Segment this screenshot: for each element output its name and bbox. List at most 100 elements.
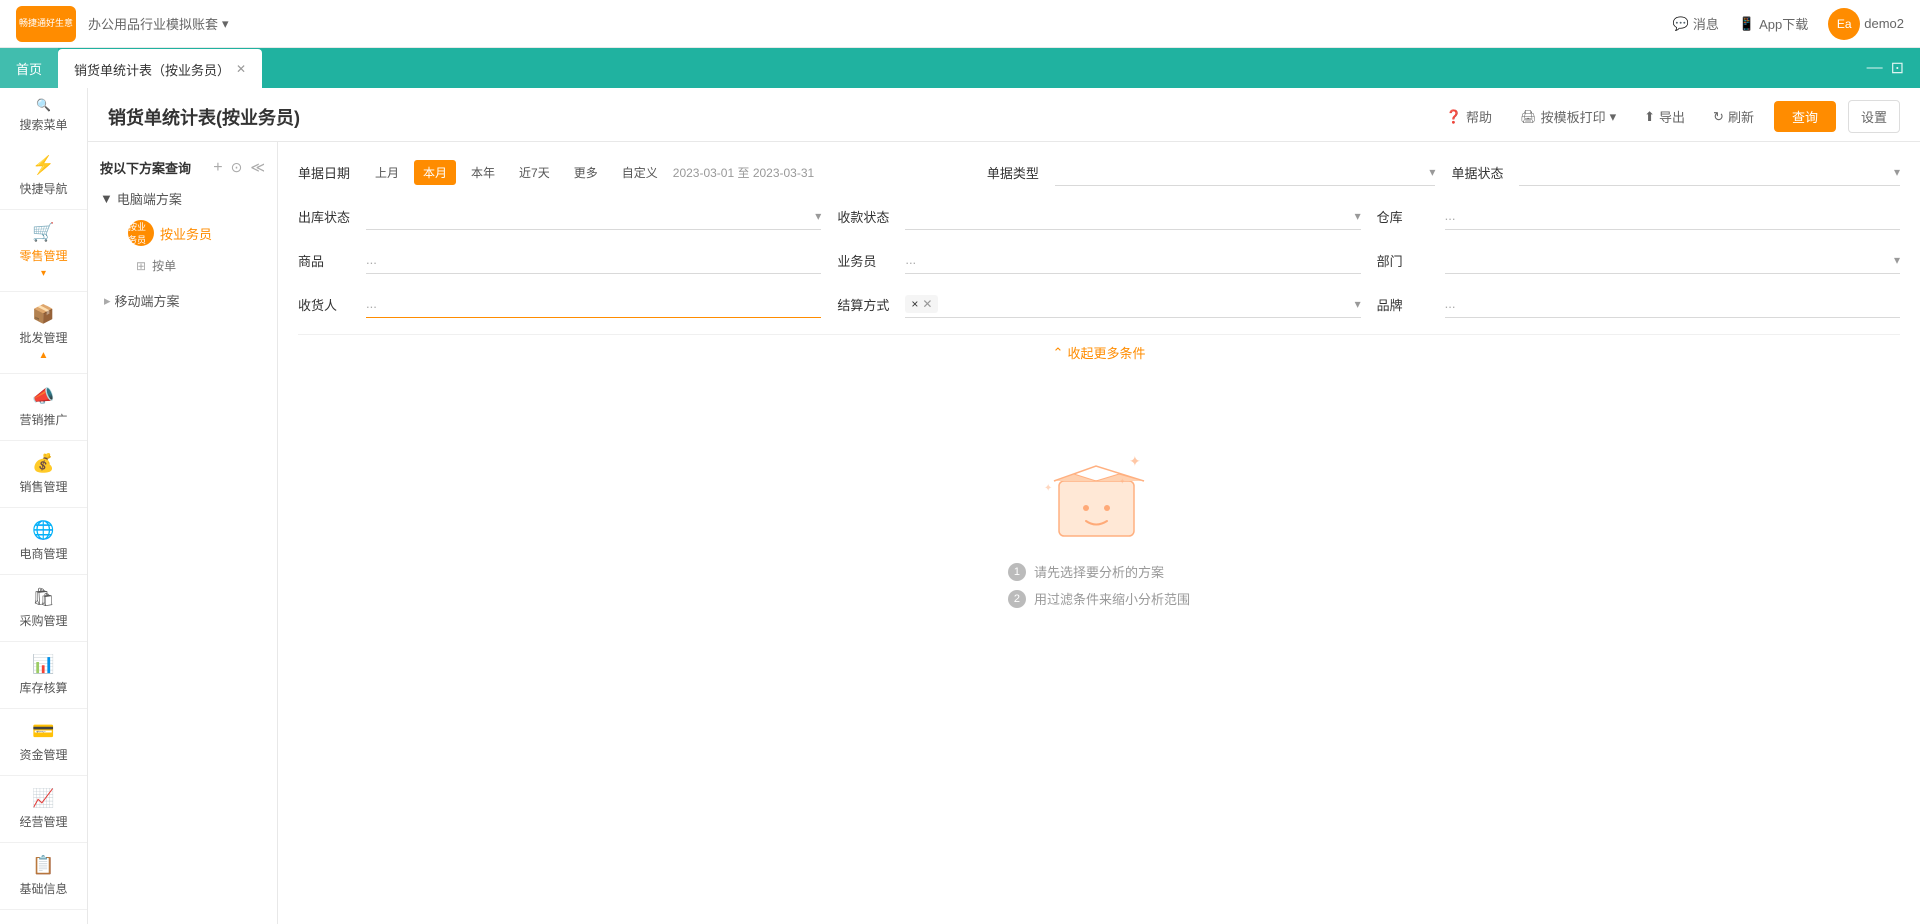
salesman-dots[interactable]: ... <box>905 252 916 267</box>
salesman-control: ... <box>905 246 1360 274</box>
docstatus-label: 单据状态 <box>1451 163 1511 182</box>
scheme-panel-icons: + ⊙ ≪ <box>213 159 265 177</box>
scheme-collapse-icon[interactable]: ≪ <box>250 159 265 177</box>
sidebar-item-marketing[interactable]: 📣 营销推广 <box>0 374 87 441</box>
outstatus-arrow-icon <box>815 209 821 223</box>
scheme-add-icon[interactable]: + <box>213 159 222 177</box>
filter-brand-item: 品牌 ... <box>1377 290 1900 318</box>
date-btn-lastmonth[interactable]: 上月 <box>366 160 408 185</box>
date-filter-controls: 上月 本月 本年 近7天 更多 自定义 2023-03-01 至 2023-03… <box>366 160 971 185</box>
svg-text:✦: ✦ <box>1044 483 1052 494</box>
receiptstatus-control <box>905 202 1360 230</box>
empty-hints: 1 请先选择要分析的方案 2 用过滤条件来缩小分析范围 <box>1008 562 1190 608</box>
scheme-category-mobile[interactable]: 移动端方案 <box>88 285 277 316</box>
scheme-item-byorder[interactable]: ⊞ 按单 <box>100 252 265 279</box>
scheme-item-salesman[interactable]: 按业务员 按业务员 <box>100 214 265 252</box>
filter-row-4: 收货人 ... 结算方式 × ✕ <box>298 290 1900 318</box>
date-btn-more[interactable]: 更多 <box>565 160 607 185</box>
receiver-control: ... <box>366 290 821 318</box>
filter-row-1: 单据日期 上月 本月 本年 近7天 更多 自定义 2023-03-01 至 20… <box>298 158 1900 186</box>
template-print-btn[interactable]: 🖨 按模板打印 <box>1512 103 1624 130</box>
sidebar-item-finance[interactable]: 💳 资金管理 <box>0 709 87 776</box>
operations-icon: 📈 <box>32 788 54 809</box>
tab-home[interactable]: 首页 <box>0 48 58 88</box>
sidebar-item-search[interactable]: 🔍 搜索菜单 <box>0 88 87 143</box>
export-icon: ⬆ <box>1644 109 1655 125</box>
sidebar-item-ecommerce[interactable]: 🌐 电商管理 <box>0 508 87 575</box>
page-actions: ❓ 帮助 🖨 按模板打印 ⬆ 导出 ↻ 刷新 查询 设置 <box>1438 100 1900 133</box>
filter-settlement-item: 结算方式 × ✕ <box>837 290 1360 318</box>
scheme-category-desktop: ▼ 电脑端方案 按业务员 按业务员 ⊞ 按单 <box>88 183 277 285</box>
scheme-panel-title: 按以下方案查询 <box>100 158 191 177</box>
product-dots[interactable]: ... <box>366 252 377 267</box>
receiptstatus-dropdown[interactable] <box>905 209 1360 223</box>
workspace-selector[interactable]: 办公用品行业模拟账套 <box>88 14 229 33</box>
filter-receiptstatus-item: 收款状态 <box>837 202 1360 230</box>
settlement-tag: × ✕ <box>905 295 938 313</box>
purchase-icon: 🛍 <box>32 587 55 608</box>
scheme-panel: 按以下方案查询 + ⊙ ≪ ▼ 电脑端方案 按业务员 按业务员 <box>88 142 278 924</box>
date-btn-7days[interactable]: 近7天 <box>510 160 559 185</box>
sidebar-item-wholesale[interactable]: 📦 批发管理 ▲ <box>0 292 87 374</box>
receiver-dots[interactable]: ... <box>366 296 377 311</box>
dept-dropdown[interactable] <box>1445 253 1900 267</box>
sidebar-item-purchase[interactable]: 🛍 采购管理 <box>0 575 87 642</box>
wholesale-expand-icon: ▲ <box>39 350 49 361</box>
scheme-category-desktop-header[interactable]: ▼ 电脑端方案 <box>100 189 265 208</box>
sidebar-item-operations[interactable]: 📈 经营管理 <box>0 776 87 843</box>
sales-icon: 💰 <box>32 453 54 474</box>
app-download-btn[interactable]: 📱 App下载 <box>1739 14 1808 33</box>
settlement-tag-close[interactable]: ✕ <box>922 297 932 311</box>
help-btn[interactable]: ❓ 帮助 <box>1438 103 1500 130</box>
date-btn-thisyear[interactable]: 本年 <box>462 160 504 185</box>
tab-sales-stat[interactable]: 销货单统计表（按业务员） ✕ <box>58 49 262 89</box>
warehouse-label: 仓库 <box>1377 207 1437 226</box>
warehouse-dots[interactable]: ... <box>1445 208 1456 223</box>
brand-control: ... <box>1445 290 1900 318</box>
doctype-dropdown[interactable] <box>1055 165 1436 179</box>
sidebar-item-system[interactable]: ⚙ 系统管理 <box>0 910 87 924</box>
sidebar-item-sales[interactable]: 💰 销售管理 <box>0 441 87 508</box>
settlement-dropdown: × ✕ <box>905 295 1360 313</box>
date-range-text: 2023-03-01 至 2023-03-31 <box>673 164 814 181</box>
setting-button[interactable]: 设置 <box>1848 100 1900 133</box>
workspace-dropdown-icon <box>222 16 229 32</box>
settlement-label: 结算方式 <box>837 295 897 314</box>
collapse-btn[interactable]: ⌃ 收起更多条件 <box>298 334 1900 370</box>
dept-label: 部门 <box>1377 251 1437 270</box>
scheme-sub-icon: ⊞ <box>136 259 146 273</box>
brand-dots[interactable]: ... <box>1445 296 1456 311</box>
minimize-btn[interactable]: — <box>1867 59 1883 77</box>
outstatus-dropdown[interactable] <box>366 209 821 223</box>
docstatus-dropdown[interactable] <box>1519 165 1900 179</box>
maximize-btn[interactable]: ⊡ <box>1891 58 1904 78</box>
category-expand-icon: ▼ <box>100 191 113 206</box>
filter-salesman-item: 业务员 ... <box>837 246 1360 274</box>
page-title: 销货单统计表(按业务员) <box>108 104 300 130</box>
date-btn-custom[interactable]: 自定义 <box>613 160 667 185</box>
scheme-circle-icon[interactable]: ⊙ <box>231 159 243 177</box>
user-menu[interactable]: Ea demo2 <box>1828 8 1904 40</box>
filter-product-item: 商品 ... <box>298 246 821 274</box>
product-label: 商品 <box>298 251 358 270</box>
retail-icon: 🛒 <box>32 222 54 243</box>
refresh-btn[interactable]: ↻ 刷新 <box>1705 103 1762 130</box>
avatar: Ea <box>1828 8 1860 40</box>
date-btn-thismonth[interactable]: 本月 <box>414 160 456 185</box>
filter-date-item: 单据日期 上月 本月 本年 近7天 更多 自定义 2023-03-01 至 20… <box>298 160 971 185</box>
svg-text:✦: ✦ <box>1119 477 1126 486</box>
empty-hint-1: 1 请先选择要分析的方案 <box>1008 562 1190 581</box>
sidebar-item-quicknav[interactable]: ⚡ 快捷导航 <box>0 143 87 210</box>
doctype-label: 单据类型 <box>987 163 1047 182</box>
message-btn[interactable]: 💬 消息 <box>1673 14 1719 33</box>
query-button[interactable]: 查询 <box>1774 101 1836 132</box>
settlement-arrow-icon <box>1355 297 1361 311</box>
sidebar-item-inventory[interactable]: 📊 库存核算 <box>0 642 87 709</box>
print-icon: 🖨 <box>1520 109 1537 125</box>
export-btn[interactable]: ⬆ 导出 <box>1636 103 1693 130</box>
sidebar-item-retail[interactable]: 🛒 零售管理 <box>0 210 87 292</box>
dept-arrow-icon <box>1894 253 1900 267</box>
tab-close-icon[interactable]: ✕ <box>236 62 246 76</box>
sidebar-item-basic[interactable]: 📋 基础信息 <box>0 843 87 910</box>
collapse-arrow-icon: ⌃ <box>1053 345 1064 361</box>
